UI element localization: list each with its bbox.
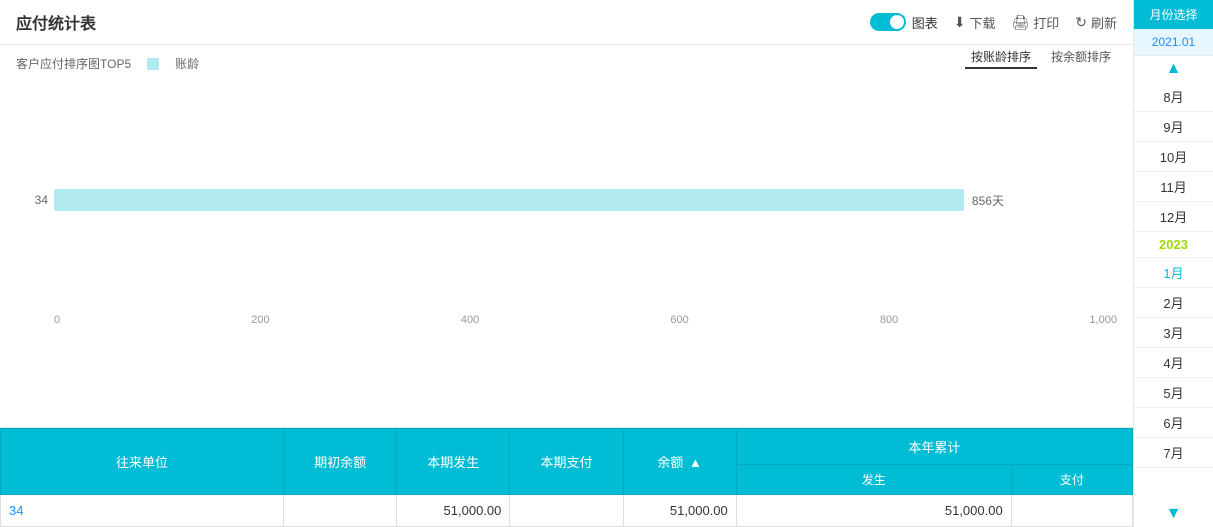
- chart-toggle-wrap[interactable]: 图表: [870, 13, 938, 32]
- page-title: 应付统计表: [16, 10, 96, 34]
- refresh-icon: [1075, 14, 1087, 31]
- header: 应付统计表 图表 下载 打印 刷新: [0, 0, 1133, 45]
- sidebar-month-10[interactable]: 5月: [1134, 378, 1213, 408]
- data-table: 往来单位 期初余额 本期发生 本期支付 余额 ▲ 本年累计 发生 支付: [0, 428, 1133, 527]
- chart-section: 客户应付排序图TOP5 账龄 按账龄排序 按余额排序 34: [0, 45, 1133, 427]
- content-area: 应付统计表 图表 下载 打印 刷新: [0, 0, 1133, 527]
- chart-controls: 按账龄排序 按余额排序: [965, 46, 1117, 69]
- x-label-3: 600: [670, 314, 688, 326]
- chart-legend: 客户应付排序图TOP5 账龄: [16, 55, 199, 72]
- col-current-pay-header: 本期支付: [510, 429, 623, 495]
- chart-legend-header: 客户应付排序图TOP5 账龄 按账龄排序 按余额排序: [16, 55, 1117, 80]
- sidebar-month-6[interactable]: 1月: [1134, 258, 1213, 288]
- sidebar-down-button[interactable]: ▼: [1134, 501, 1213, 527]
- chart-toggle[interactable]: [870, 13, 906, 31]
- x-label-5: 1,000: [1089, 314, 1117, 326]
- bar-area: 856天: [54, 90, 1117, 310]
- header-actions: 图表 下载 打印 刷新: [870, 13, 1117, 32]
- table-header-row: 往来单位 期初余额 本期发生 本期支付 余额 ▲ 本年累计: [1, 429, 1133, 465]
- col-unit-header: 往来单位: [1, 429, 284, 495]
- sidebar-month-8[interactable]: 3月: [1134, 318, 1213, 348]
- sidebar: 月份选择 2021.01 ▲ 8月9月10月11月12月20231月2月3月4月…: [1133, 0, 1213, 527]
- print-button[interactable]: 打印: [1011, 13, 1059, 32]
- x-label-0: 0: [54, 314, 60, 326]
- legend-item-label: 账龄: [175, 55, 199, 72]
- legend-dot-ageing: [147, 58, 159, 70]
- x-label-2: 400: [461, 314, 479, 326]
- sidebar-month-5[interactable]: 2023: [1134, 232, 1213, 258]
- cell-unit-0: 34: [1, 495, 284, 527]
- sidebar-month-7[interactable]: 2月: [1134, 288, 1213, 318]
- sidebar-month-3[interactable]: 11月: [1134, 172, 1213, 202]
- col-balance-label: 余额: [657, 455, 683, 470]
- chart-wrapper: 34 856天 0 200 400 600: [16, 90, 1117, 370]
- table-section: 往来单位 期初余额 本期发生 本期支付 余额 ▲ 本年累计 发生 支付: [0, 427, 1133, 527]
- download-label: 下载: [969, 13, 995, 32]
- col-current-occur-header: 本期发生: [397, 429, 510, 495]
- sidebar-month-12[interactable]: 7月: [1134, 438, 1213, 468]
- print-label: 打印: [1033, 13, 1059, 32]
- bar-end-label-0: 856天: [972, 192, 1004, 209]
- cell-year-occur-0: 51,000.00: [736, 495, 1011, 527]
- chart-toggle-label: 图表: [912, 13, 938, 32]
- sort-by-balance-btn[interactable]: 按账龄排序: [965, 46, 1037, 69]
- refresh-label: 刷新: [1091, 13, 1117, 32]
- sidebar-current-period[interactable]: 2021.01: [1134, 29, 1213, 56]
- bar-row-0: 856天: [54, 186, 1117, 214]
- sidebar-month-11[interactable]: 6月: [1134, 408, 1213, 438]
- sidebar-month-4[interactable]: 12月: [1134, 202, 1213, 232]
- sidebar-month-1[interactable]: 9月: [1134, 112, 1213, 142]
- cell-balance-0: 51,000.00: [623, 495, 736, 527]
- x-axis: 0 200 400 600 800 1,000: [54, 314, 1117, 326]
- col-balance-header: 余额 ▲: [623, 429, 736, 495]
- cell-year-pay-0: [1011, 495, 1132, 527]
- bar-id-label: 34: [16, 193, 54, 207]
- chart-y-labels: 34: [16, 90, 54, 310]
- cell-current-occur-0: 51,000.00: [397, 495, 510, 527]
- cell-opening-0: [284, 495, 397, 527]
- legend-title: 客户应付排序图TOP5: [16, 55, 131, 72]
- table-row: 34 51,000.00 51,000.00 51,000.00: [1, 495, 1133, 527]
- sidebar-months-list: 8月9月10月11月12月20231月2月3月4月5月6月7月: [1134, 82, 1213, 501]
- download-button[interactable]: 下载: [954, 13, 996, 32]
- sidebar-up-button[interactable]: ▲: [1134, 56, 1213, 82]
- sort-by-amount-btn[interactable]: 按余额排序: [1045, 46, 1117, 69]
- table-body: 34 51,000.00 51,000.00 51,000.00: [1, 495, 1133, 527]
- sidebar-month-0[interactable]: 8月: [1134, 82, 1213, 112]
- chart-body: 34 856天: [16, 90, 1117, 310]
- col-balance-sort-icon[interactable]: ▲: [689, 455, 702, 470]
- x-label-1: 200: [251, 314, 269, 326]
- cell-current-pay-0: [510, 495, 623, 527]
- bar-fill-0: [54, 189, 964, 211]
- main-container: 应付统计表 图表 下载 打印 刷新: [0, 0, 1213, 527]
- col-year-occur-header: 发生: [736, 465, 1011, 495]
- print-icon: [1011, 14, 1029, 31]
- x-label-4: 800: [880, 314, 898, 326]
- refresh-button[interactable]: 刷新: [1075, 13, 1117, 32]
- col-opening-header: 期初余额: [284, 429, 397, 495]
- col-year-pay-header: 支付: [1011, 465, 1132, 495]
- sidebar-month-9[interactable]: 4月: [1134, 348, 1213, 378]
- sidebar-month-2[interactable]: 10月: [1134, 142, 1213, 172]
- col-year-total-header: 本年累计: [736, 429, 1132, 465]
- download-icon: [954, 14, 966, 31]
- unit-link-0[interactable]: 34: [9, 503, 23, 518]
- sidebar-header: 月份选择: [1134, 0, 1213, 29]
